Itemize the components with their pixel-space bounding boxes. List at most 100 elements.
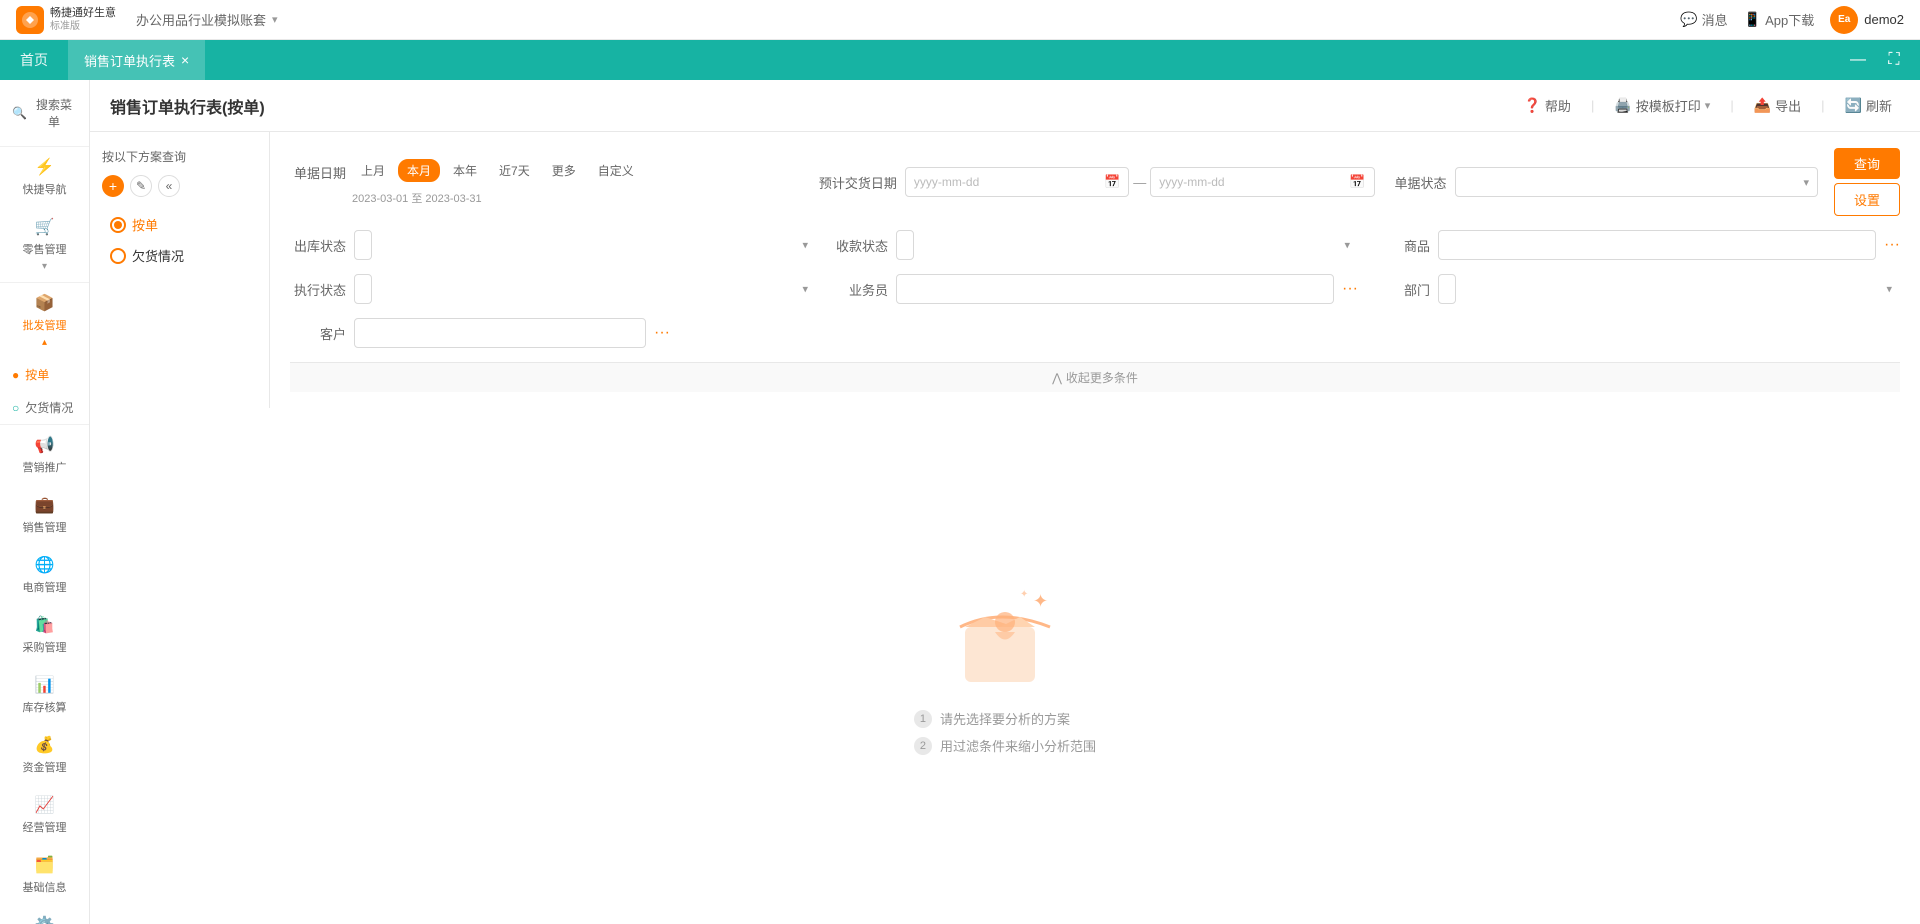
sidebar-item-ecommerce[interactable]: 🌐 电商管理	[0, 545, 89, 605]
marketing-icon: 📢	[35, 435, 55, 455]
help-icon: ❓	[1523, 97, 1540, 114]
operation-icon: 📈	[35, 795, 55, 815]
purchase-icon: 🛍️	[35, 615, 55, 635]
sidebar-item-quick-nav[interactable]: ⚡ 快捷导航	[0, 147, 89, 207]
filter-row-1: 单据日期 上月 本月 本年 近7天 更多 自定义 2023-03-0	[290, 148, 1900, 216]
sidebar-section-retail: 🛒 零售管理 ▾	[0, 207, 89, 283]
scheme-item-debt[interactable]: 欠货情况	[102, 240, 257, 271]
help-button[interactable]: ❓ 帮助	[1515, 92, 1578, 119]
date-tag-last-month[interactable]: 上月	[352, 159, 394, 182]
date-tag-this-month[interactable]: 本月	[398, 159, 440, 182]
expected-date-start[interactable]: yyyy-mm-dd 📅	[905, 167, 1129, 197]
logo-icon	[16, 6, 44, 34]
ecommerce-icon: 🌐	[35, 555, 55, 575]
filter-field-delivery-status: 出库状态	[290, 230, 816, 260]
minimize-icon[interactable]: —	[1844, 46, 1872, 74]
sidebar-item-finance[interactable]: 💰 资金管理	[0, 725, 89, 785]
scheme-radio-press	[110, 217, 126, 233]
salesman-dots-button[interactable]: ···	[1342, 280, 1358, 298]
date-label: 单据日期	[290, 163, 346, 182]
top-bar: 畅捷通好生意 标准版 办公用品行业模拟账套 ▾ 💬 消息 📱 App下载 Ea …	[0, 0, 1920, 40]
tab-sales-execution[interactable]: 销售订单执行表 ×	[68, 40, 205, 80]
edit-scheme-button[interactable]: ✎	[130, 175, 152, 197]
sidebar-item-retail[interactable]: 🛒 零售管理 ▾	[0, 207, 89, 282]
filter-field-goods: 商品 ···	[1374, 230, 1900, 260]
customer-dots-button[interactable]: ···	[654, 324, 670, 342]
department-select[interactable]	[1438, 274, 1456, 304]
goods-input[interactable]	[1438, 230, 1876, 260]
maximize-icon[interactable]: ⛶	[1880, 46, 1908, 74]
payment-status-label: 收款状态	[832, 236, 888, 255]
tab-home[interactable]: 首页	[0, 40, 68, 80]
expected-date-end[interactable]: yyyy-mm-dd 📅	[1150, 167, 1374, 197]
export-button[interactable]: 📤 导出	[1746, 92, 1809, 119]
status-arrow-icon: ▾	[1803, 176, 1809, 189]
expected-date-label: 预计交货日期	[819, 173, 897, 192]
inventory-icon: 📊	[35, 675, 55, 695]
scheme-item-press[interactable]: 按单	[102, 209, 257, 240]
sidebar-item-marketing[interactable]: 📢 营销推广	[0, 425, 89, 485]
empty-hints: 1 请先选择要分析的方案 2 用过滤条件来缩小分析范围	[914, 709, 1096, 755]
message-icon: 💬	[1680, 11, 1697, 28]
goods-dots-button[interactable]: ···	[1884, 236, 1900, 254]
settings-button[interactable]: 设置	[1834, 183, 1900, 216]
payment-status-select[interactable]	[896, 230, 914, 260]
salesman-input[interactable]	[896, 274, 1334, 304]
empty-illustration: ✦ ✦	[945, 577, 1065, 697]
customer-label: 客户	[290, 324, 346, 343]
tab-bar: 首页 销售订单执行表 × — ⛶	[0, 40, 1920, 80]
page-header-actions: ❓ 帮助 | 🖨️ 按模板打印 ▾ | 📤 导出 | 🔄 刷新	[1515, 92, 1900, 131]
date-tag-more[interactable]: 更多	[543, 159, 585, 182]
add-scheme-button[interactable]: +	[102, 175, 124, 197]
hint-num-1: 1	[914, 710, 932, 728]
refresh-button[interactable]: 🔄 刷新	[1837, 92, 1900, 119]
payment-status-select-wrap	[896, 230, 1358, 260]
date-tag-custom[interactable]: 自定义	[589, 159, 643, 182]
department-select-wrap	[1438, 274, 1900, 304]
filter-scheme-panel: 按以下方案查询 + ✎ « 按单 欠货情况	[90, 132, 270, 408]
sidebar-sub-item-debt[interactable]: ○ 欠货情况	[0, 391, 89, 424]
retail-icon: 🛒	[35, 217, 55, 237]
tab-bar-actions: — ⛶	[1844, 46, 1920, 74]
sidebar-item-wholesale[interactable]: 📦 批发管理 ▴	[0, 283, 89, 358]
empty-hint-1: 1 请先选择要分析的方案	[914, 709, 1096, 728]
status-select[interactable]: ▾	[1455, 167, 1818, 197]
print-icon: 🖨️	[1614, 97, 1631, 114]
collapse-more-button[interactable]: ⋀ 收起更多条件	[290, 362, 1900, 392]
status-label: 单据状态	[1391, 173, 1447, 192]
exec-status-label: 执行状态	[290, 280, 346, 299]
breadcrumb-text: 办公用品行业模拟账套	[136, 10, 266, 29]
date-tags-row: 单据日期 上月 本月 本年 近7天 更多 自定义	[290, 159, 803, 186]
sidebar-sub-item-press[interactable]: ● 按单	[0, 358, 89, 391]
scheme-radio-debt	[110, 248, 126, 264]
sidebar-item-sales[interactable]: 💼 销售管理	[0, 485, 89, 545]
filter-row-4: 客户 ···	[290, 318, 1900, 348]
sidebar-item-inventory[interactable]: 📊 库存核算	[0, 665, 89, 725]
sidebar-item-system[interactable]: ⚙️ 系统管理	[0, 905, 89, 924]
exec-status-select[interactable]	[354, 274, 372, 304]
print-button[interactable]: 🖨️ 按模板打印 ▾	[1606, 92, 1718, 119]
filter-field-exec-status: 执行状态	[290, 274, 816, 304]
sales-icon: 💼	[35, 495, 55, 515]
date-tag-7days[interactable]: 近7天	[490, 159, 539, 182]
filter-field-customer: 客户 ···	[290, 318, 670, 348]
sidebar-item-basic[interactable]: 🗂️ 基础信息	[0, 845, 89, 905]
message-action[interactable]: 💬 消息	[1680, 10, 1727, 29]
collapse-scheme-button[interactable]: «	[158, 175, 180, 197]
content-area: 销售订单执行表(按单) ❓ 帮助 | 🖨️ 按模板打印 ▾ | 📤 导出 |	[90, 80, 1920, 924]
customer-input[interactable]	[354, 318, 646, 348]
tab-close-icon[interactable]: ×	[181, 53, 189, 67]
search-menu-button[interactable]: 🔍 搜索菜单	[8, 90, 81, 136]
svg-text:✦: ✦	[1020, 589, 1028, 600]
sidebar-item-operation[interactable]: 📈 经营管理	[0, 785, 89, 845]
breadcrumb-arrow-icon[interactable]: ▾	[272, 13, 278, 26]
goods-label: 商品	[1374, 236, 1430, 255]
user-profile[interactable]: Ea demo2	[1830, 6, 1904, 34]
sidebar-item-purchase[interactable]: 🛍️ 采购管理	[0, 605, 89, 665]
basic-icon: 🗂️	[35, 855, 55, 875]
top-bar-left: 畅捷通好生意 标准版 办公用品行业模拟账套 ▾	[16, 6, 278, 34]
date-tag-this-year[interactable]: 本年	[444, 159, 486, 182]
app-download-action[interactable]: 📱 App下载	[1744, 10, 1815, 29]
query-button[interactable]: 查询	[1834, 148, 1900, 179]
delivery-status-select[interactable]	[354, 230, 372, 260]
